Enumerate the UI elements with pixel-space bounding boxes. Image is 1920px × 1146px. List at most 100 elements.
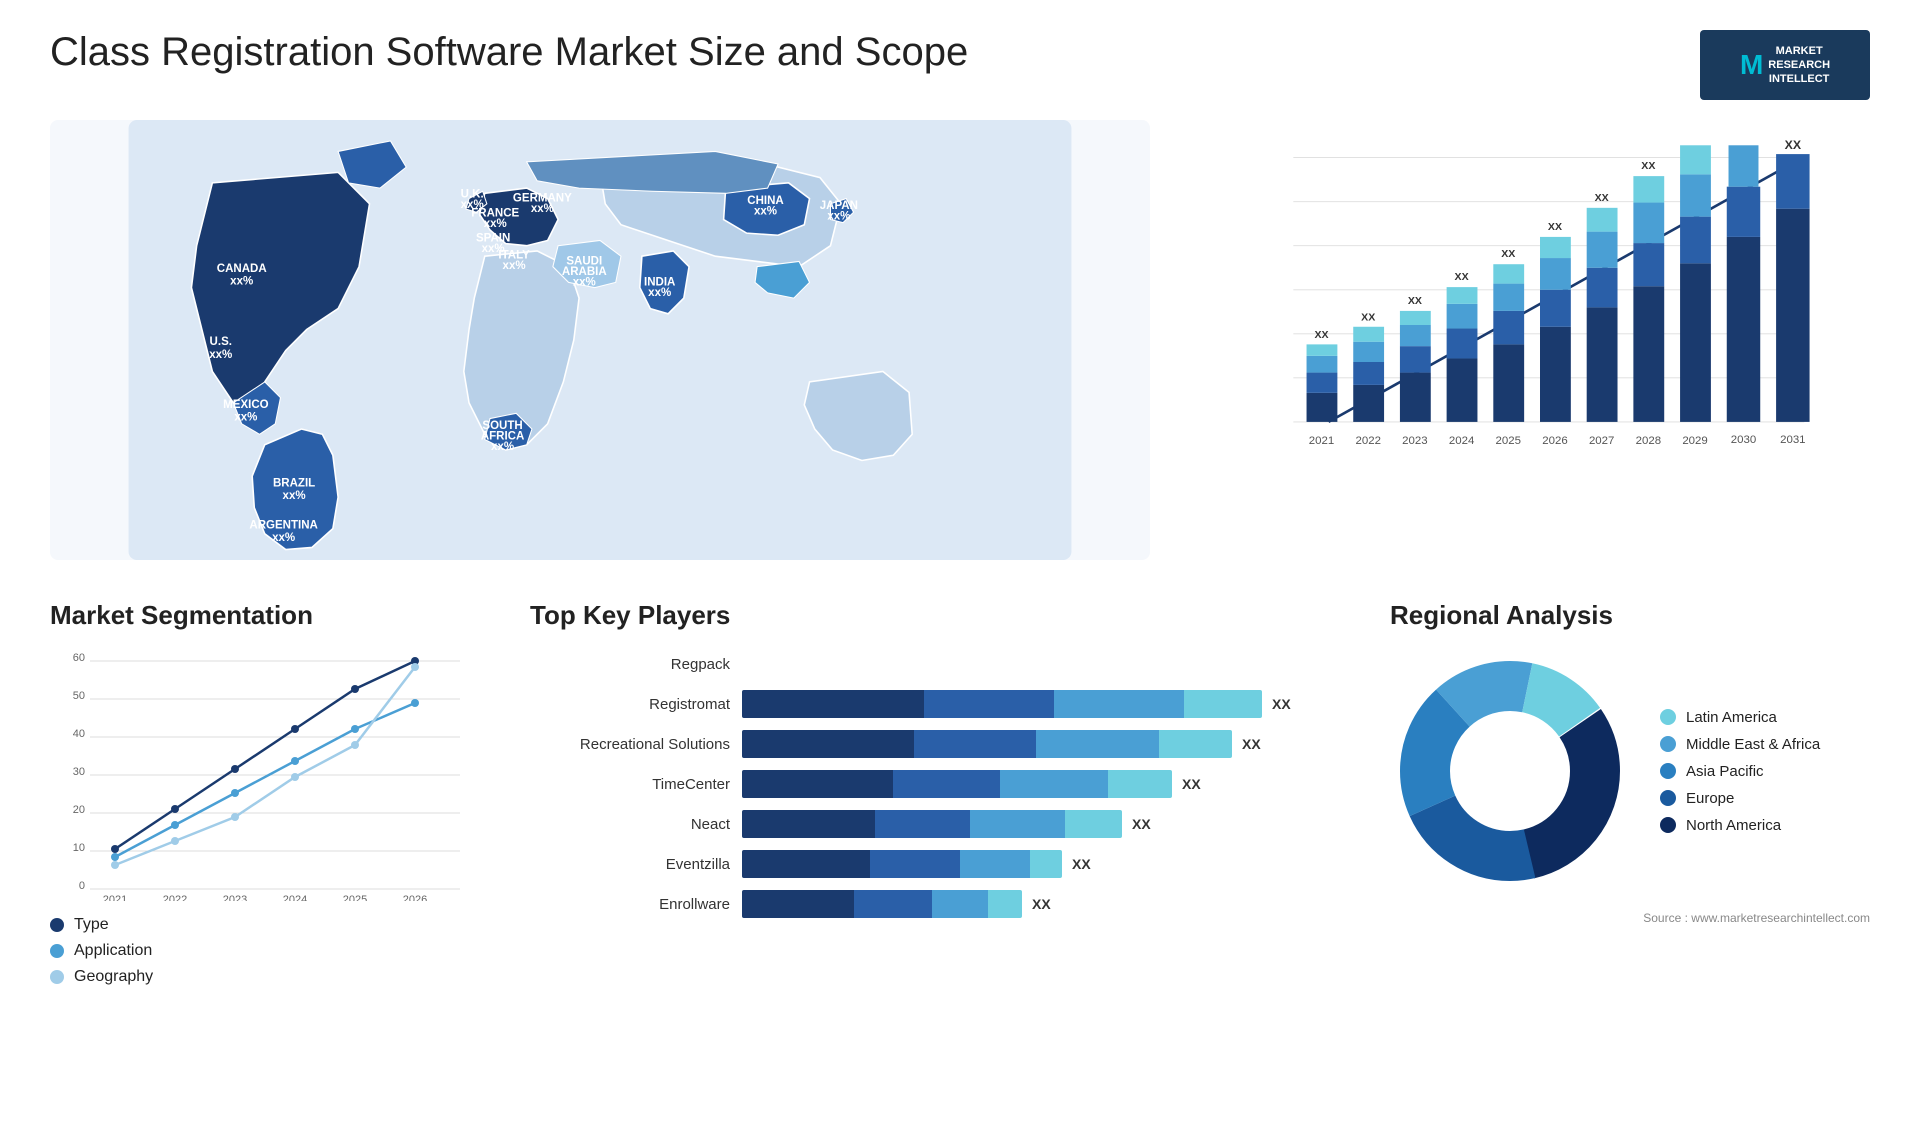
segmentation-section: Market Segmentation 0 10 20 30 40 50 60 <box>50 600 490 986</box>
source-text: Source : www.marketresearchintellect.com <box>1390 911 1870 925</box>
svg-text:CANADA: CANADA <box>217 263 268 275</box>
logo-text-line3: INTELLECT <box>1768 72 1830 86</box>
svg-text:XX: XX <box>1595 192 1609 204</box>
svg-text:2023: 2023 <box>223 894 247 901</box>
regional-legend: Latin America Middle East & Africa Asia … <box>1660 709 1820 834</box>
player-bar-timecenter: XX <box>742 771 1350 797</box>
europe-label: Europe <box>1686 790 1734 807</box>
player-row-neact: Neact XX <box>530 811 1350 837</box>
svg-text:xx%: xx% <box>573 277 596 289</box>
reg-legend-apac: Asia Pacific <box>1660 763 1820 780</box>
player-bar-recreational: XX <box>742 731 1350 757</box>
seg-legend: Type Application Geography <box>50 916 490 986</box>
svg-text:xx%: xx% <box>484 218 507 230</box>
svg-text:XX: XX <box>1785 140 1802 152</box>
svg-text:60: 60 <box>73 652 85 664</box>
svg-text:xx%: xx% <box>234 412 257 424</box>
svg-text:xx%: xx% <box>209 349 232 361</box>
logo: M MARKET RESEARCH INTELLECT <box>1700 30 1870 100</box>
svg-text:xx%: xx% <box>272 532 295 544</box>
logo-text-line1: MARKET <box>1768 44 1830 58</box>
svg-text:MEXICO: MEXICO <box>223 399 268 411</box>
player-val-timecenter: XX <box>1182 776 1201 792</box>
player-row-registromat: Registromat XX <box>530 691 1350 717</box>
svg-text:XX: XX <box>1688 140 1702 143</box>
latin-label: Latin America <box>1686 709 1777 726</box>
players-list: Regpack Registromat XX <box>530 651 1350 917</box>
player-bar-regpack <box>742 651 1350 677</box>
svg-text:2030: 2030 <box>1731 434 1756 446</box>
reg-legend-latin: Latin America <box>1660 709 1820 726</box>
svg-text:2023: 2023 <box>1402 435 1427 447</box>
apac-dot <box>1660 763 1676 779</box>
player-val-enrollware: XX <box>1032 896 1051 912</box>
player-name-neact: Neact <box>530 816 730 833</box>
geography-label: Geography <box>74 968 153 986</box>
player-row-timecenter: TimeCenter XX <box>530 771 1350 797</box>
europe-dot <box>1660 790 1676 806</box>
logo-m-icon: M <box>1740 49 1763 81</box>
svg-text:2028: 2028 <box>1636 435 1661 447</box>
seg-legend-geography: Geography <box>50 968 490 986</box>
svg-text:XX: XX <box>1501 248 1515 260</box>
svg-text:50: 50 <box>73 690 85 702</box>
svg-text:2029: 2029 <box>1682 435 1707 447</box>
page-wrapper: Class Registration Software Market Size … <box>0 0 1920 1016</box>
svg-text:xx%: xx% <box>827 211 850 223</box>
svg-text:2026: 2026 <box>403 894 427 901</box>
mea-label: Middle East & Africa <box>1686 736 1820 753</box>
northam-dot <box>1660 817 1676 833</box>
svg-text:BRAZIL: BRAZIL <box>273 478 315 490</box>
page-title: Class Registration Software Market Size … <box>50 30 1700 75</box>
player-row-eventzilla: Eventzilla XX <box>530 851 1350 877</box>
segmentation-title: Market Segmentation <box>50 600 490 631</box>
player-val-recreational: XX <box>1242 736 1261 752</box>
type-dot <box>50 918 64 932</box>
mea-dot <box>1660 736 1676 752</box>
player-row-enrollware: Enrollware XX <box>530 891 1350 917</box>
svg-text:xx%: xx% <box>491 441 514 453</box>
svg-text:10: 10 <box>73 842 85 854</box>
svg-text:40: 40 <box>73 728 85 740</box>
donut-chart <box>1390 651 1630 891</box>
map-svg: CANADA xx% U.S. xx% MEXICO xx% BRAZIL xx… <box>50 120 1150 560</box>
svg-text:2031: 2031 <box>1780 434 1805 446</box>
logo-text-line2: RESEARCH <box>1768 58 1830 72</box>
svg-text:2025: 2025 <box>343 894 367 901</box>
player-name-timecenter: TimeCenter <box>530 776 730 793</box>
svg-text:2021: 2021 <box>1309 435 1334 447</box>
world-map: CANADA xx% U.S. xx% MEXICO xx% BRAZIL xx… <box>50 120 1150 560</box>
seg-legend-type: Type <box>50 916 490 934</box>
growth-chart-container: XX 2021 XX 2022 XX 2023 <box>1190 120 1870 560</box>
svg-text:xx%: xx% <box>648 287 671 299</box>
player-row-regpack: Regpack <box>530 651 1350 677</box>
svg-text:XX: XX <box>1408 295 1422 307</box>
svg-text:2026: 2026 <box>1542 435 1567 447</box>
regional-section: Regional Analysis <box>1390 600 1870 925</box>
player-val-registromat: XX <box>1272 696 1291 712</box>
header: Class Registration Software Market Size … <box>50 30 1870 100</box>
player-bar-neact: XX <box>742 811 1350 837</box>
player-name-regpack: Regpack <box>530 656 730 673</box>
player-name-registromat: Registromat <box>530 696 730 713</box>
svg-text:xx%: xx% <box>230 275 253 287</box>
seg-legend-application: Application <box>50 942 490 960</box>
svg-text:2024: 2024 <box>1449 435 1475 447</box>
segmentation-chart: 0 10 20 30 40 50 60 2021 <box>50 651 490 901</box>
svg-text:2022: 2022 <box>163 894 187 901</box>
growth-chart-svg: XX 2021 XX 2022 XX 2023 <box>1240 140 1840 510</box>
svg-text:xx%: xx% <box>754 205 777 217</box>
apac-label: Asia Pacific <box>1686 763 1764 780</box>
geography-dot <box>50 970 64 984</box>
svg-text:xx%: xx% <box>283 490 306 502</box>
reg-legend-europe: Europe <box>1660 790 1820 807</box>
player-val-neact: XX <box>1132 816 1151 832</box>
svg-text:30: 30 <box>73 766 85 778</box>
svg-text:2027: 2027 <box>1589 435 1614 447</box>
svg-text:XX: XX <box>1361 312 1375 324</box>
svg-text:0: 0 <box>79 880 85 892</box>
northam-label: North America <box>1686 817 1781 834</box>
player-val-eventzilla: XX <box>1072 856 1091 872</box>
type-label: Type <box>74 916 109 934</box>
regional-title: Regional Analysis <box>1390 600 1870 631</box>
